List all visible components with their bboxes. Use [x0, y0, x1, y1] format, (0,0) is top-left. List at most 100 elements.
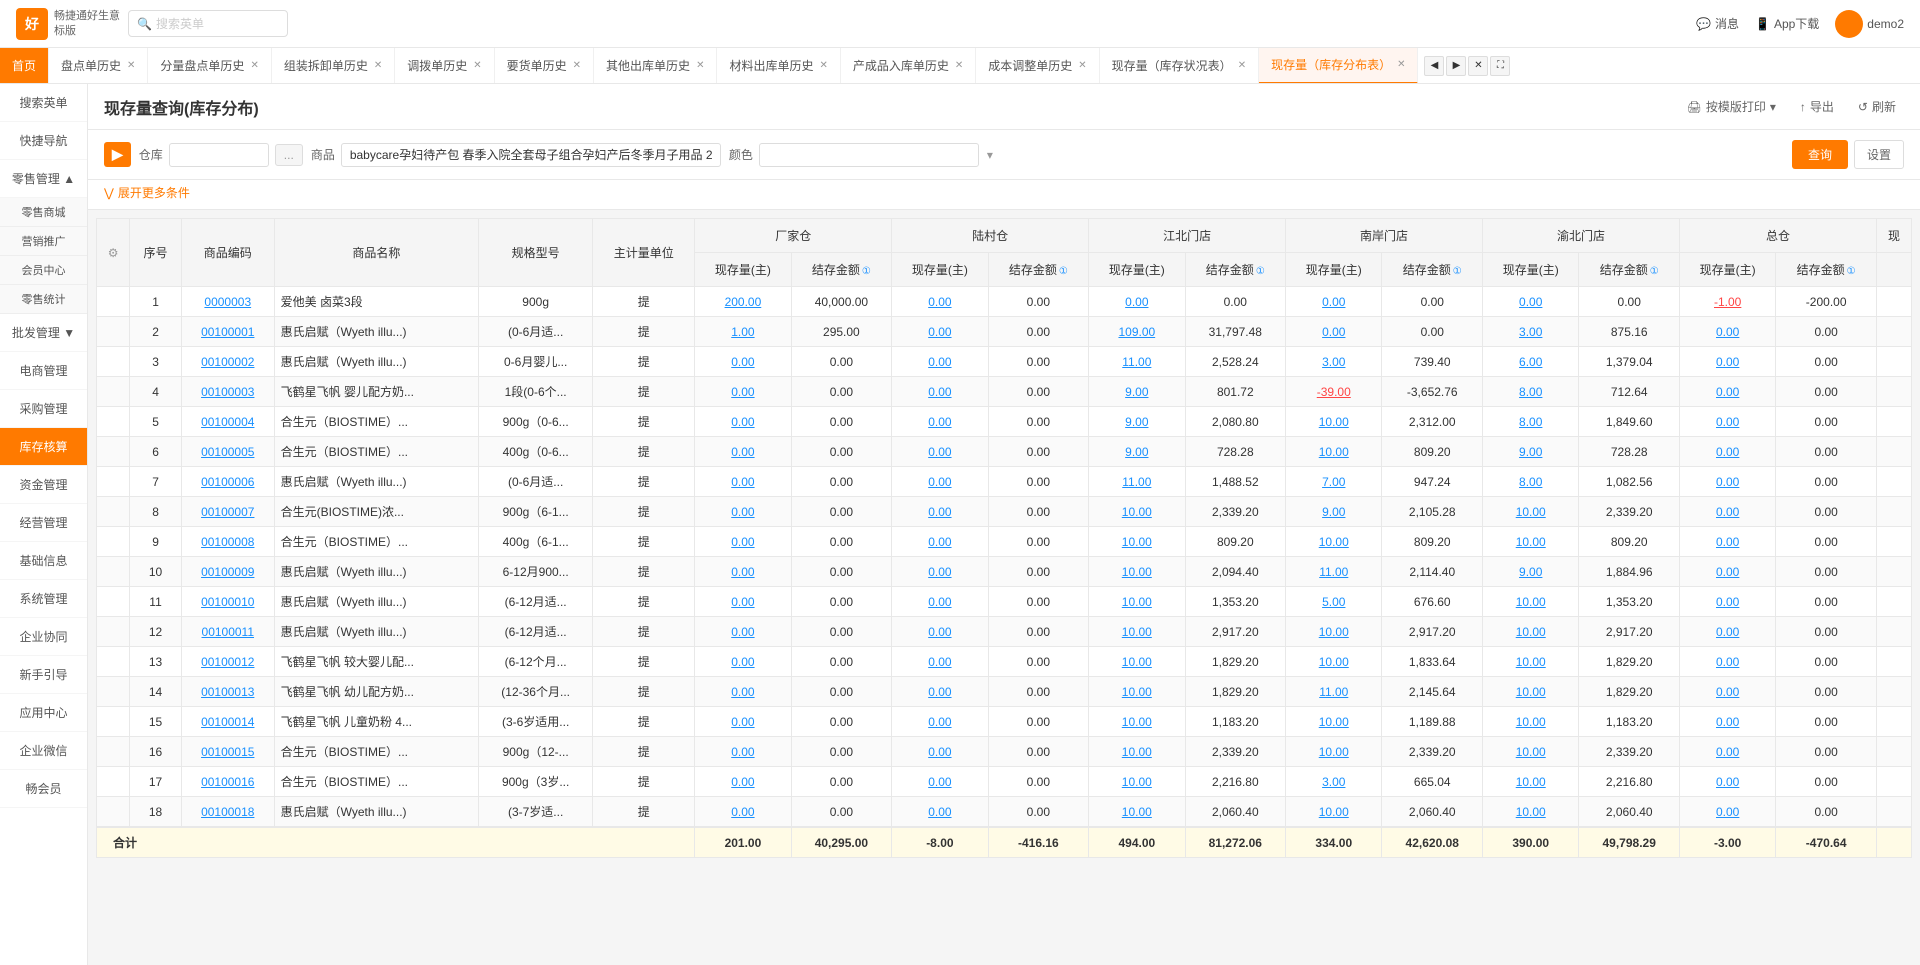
row-cell[interactable]: 0.00 — [892, 557, 988, 587]
row-cell[interactable]: 10.00 — [1286, 707, 1382, 737]
row-code[interactable]: 00100014 — [181, 707, 274, 737]
row-cell[interactable]: 0.00 — [1286, 317, 1382, 347]
row-cell[interactable]: 0.00 — [695, 527, 791, 557]
row-cell[interactable]: 0.00 — [1679, 797, 1775, 828]
row-cell[interactable]: 0.00 — [1286, 287, 1382, 317]
query-button[interactable]: 查询 — [1792, 140, 1848, 169]
row-code[interactable]: 0000003 — [181, 287, 274, 317]
tab-close-5[interactable]: ✕ — [696, 60, 704, 71]
row-code[interactable]: 00100018 — [181, 797, 274, 828]
tab-transfer[interactable]: 调拨单历史 ✕ — [395, 48, 494, 84]
tab-close-0[interactable]: ✕ — [127, 60, 135, 71]
color-input[interactable] — [759, 143, 979, 167]
sidebar-item-corp[interactable]: 企业协同 — [0, 618, 87, 656]
row-cell[interactable]: 8.00 — [1483, 467, 1579, 497]
nav-prev[interactable]: ◀ — [1424, 56, 1444, 76]
sidebar-item-basics[interactable]: 基础信息 — [0, 542, 87, 580]
row-cell[interactable]: 0.00 — [1679, 347, 1775, 377]
row-cell[interactable]: 7.00 — [1286, 467, 1382, 497]
row-cell[interactable]: 0.00 — [1679, 317, 1775, 347]
row-code[interactable]: 00100012 — [181, 647, 274, 677]
tab-cost-adjust[interactable]: 成本调整单历史 ✕ — [976, 48, 1099, 84]
row-cell[interactable]: 0.00 — [695, 737, 791, 767]
sidebar-item-operations[interactable]: 经营管理 — [0, 504, 87, 542]
nav-next[interactable]: ▶ — [1446, 56, 1466, 76]
row-cell[interactable]: 0.00 — [695, 467, 791, 497]
warehouse-input[interactable] — [169, 143, 269, 167]
row-cell[interactable]: 3.00 — [1483, 317, 1579, 347]
row-cell[interactable]: 10.00 — [1483, 677, 1579, 707]
sidebar-item-purchase[interactable]: 采购管理 — [0, 390, 87, 428]
sidebar-item-finance[interactable]: 资金管理 — [0, 466, 87, 504]
row-cell[interactable]: 0.00 — [695, 617, 791, 647]
row-cell[interactable]: 0.00 — [892, 347, 988, 377]
tab-other-outbound[interactable]: 其他出库单历史 ✕ — [594, 48, 717, 84]
row-cell[interactable]: 0.00 — [892, 677, 988, 707]
row-cell[interactable]: 10.00 — [1286, 737, 1382, 767]
sidebar-item-system[interactable]: 系统管理 — [0, 580, 87, 618]
row-cell[interactable]: 200.00 — [695, 287, 791, 317]
row-cell[interactable]: 0.00 — [1679, 677, 1775, 707]
user-area[interactable]: demo2 — [1835, 10, 1904, 38]
row-cell[interactable]: 10.00 — [1483, 767, 1579, 797]
row-cell[interactable]: 3.00 — [1286, 767, 1382, 797]
row-cell[interactable]: 0.00 — [695, 497, 791, 527]
tab-close-4[interactable]: ✕ — [573, 60, 581, 71]
row-cell[interactable]: 10.00 — [1089, 587, 1185, 617]
row-cell[interactable]: 9.00 — [1089, 407, 1185, 437]
row-cell[interactable]: -39.00 — [1286, 377, 1382, 407]
row-cell[interactable]: 10.00 — [1483, 707, 1579, 737]
row-cell[interactable]: 0.00 — [1679, 437, 1775, 467]
row-cell[interactable]: 0.00 — [892, 767, 988, 797]
row-cell[interactable]: 0.00 — [892, 737, 988, 767]
row-cell[interactable]: 0.00 — [892, 497, 988, 527]
row-cell[interactable]: 10.00 — [1286, 407, 1382, 437]
tab-close-3[interactable]: ✕ — [473, 60, 481, 71]
row-code[interactable]: 00100013 — [181, 677, 274, 707]
row-cell[interactable]: 10.00 — [1483, 497, 1579, 527]
row-cell[interactable]: 9.00 — [1089, 377, 1185, 407]
row-cell[interactable]: 11.00 — [1286, 557, 1382, 587]
row-cell[interactable]: 10.00 — [1089, 737, 1185, 767]
product-input[interactable] — [341, 143, 721, 167]
row-cell[interactable]: 0.00 — [892, 587, 988, 617]
expand-conditions-btn[interactable]: ⋁ 展开更多条件 — [104, 184, 190, 201]
row-cell[interactable]: 11.00 — [1089, 347, 1185, 377]
row-code[interactable]: 00100010 — [181, 587, 274, 617]
tab-partial-inventory[interactable]: 分量盘点单历史 ✕ — [148, 48, 271, 84]
row-cell[interactable]: 0.00 — [695, 587, 791, 617]
row-cell[interactable]: 0.00 — [892, 797, 988, 828]
row-cell[interactable]: 0.00 — [1679, 467, 1775, 497]
col-gear-header[interactable]: ⚙ — [97, 219, 130, 287]
sidebar-item-guide[interactable]: 新手引导 — [0, 656, 87, 694]
row-code[interactable]: 00100003 — [181, 377, 274, 407]
sidebar-item-apps[interactable]: 应用中心 — [0, 694, 87, 732]
row-code[interactable]: 00100008 — [181, 527, 274, 557]
row-cell[interactable]: 10.00 — [1483, 617, 1579, 647]
row-cell[interactable]: 0.00 — [695, 437, 791, 467]
tab-close-8[interactable]: ✕ — [1078, 60, 1086, 71]
row-cell[interactable]: 10.00 — [1483, 797, 1579, 828]
row-cell[interactable]: 0.00 — [892, 407, 988, 437]
row-cell[interactable]: 3.00 — [1286, 347, 1382, 377]
row-cell[interactable]: 10.00 — [1089, 707, 1185, 737]
row-cell[interactable]: 8.00 — [1483, 377, 1579, 407]
refresh-btn[interactable]: ↺ 刷新 — [1850, 94, 1904, 119]
row-cell[interactable]: 9.00 — [1089, 437, 1185, 467]
row-cell[interactable]: 0.00 — [1089, 287, 1185, 317]
row-cell[interactable]: 0.00 — [1679, 527, 1775, 557]
row-cell[interactable]: 10.00 — [1483, 527, 1579, 557]
sidebar-item-retail-mgmt[interactable]: 零售管理 ▲ — [0, 160, 87, 198]
app-download-btn[interactable]: 📱 App下载 — [1755, 15, 1819, 32]
row-cell[interactable]: 0.00 — [892, 377, 988, 407]
warehouse-ellipsis[interactable]: ... — [275, 144, 303, 166]
tab-inventory-history[interactable]: 盘点单历史 ✕ — [49, 48, 148, 84]
row-cell[interactable]: 9.00 — [1483, 557, 1579, 587]
sidebar-item-wechat[interactable]: 企业微信 — [0, 732, 87, 770]
row-cell[interactable]: 10.00 — [1286, 797, 1382, 828]
row-cell[interactable]: 10.00 — [1089, 617, 1185, 647]
row-cell[interactable]: 0.00 — [892, 467, 988, 497]
tab-close-6[interactable]: ✕ — [819, 60, 827, 71]
toggle-btn[interactable]: ▶ — [104, 142, 131, 167]
row-cell[interactable]: 0.00 — [1679, 377, 1775, 407]
